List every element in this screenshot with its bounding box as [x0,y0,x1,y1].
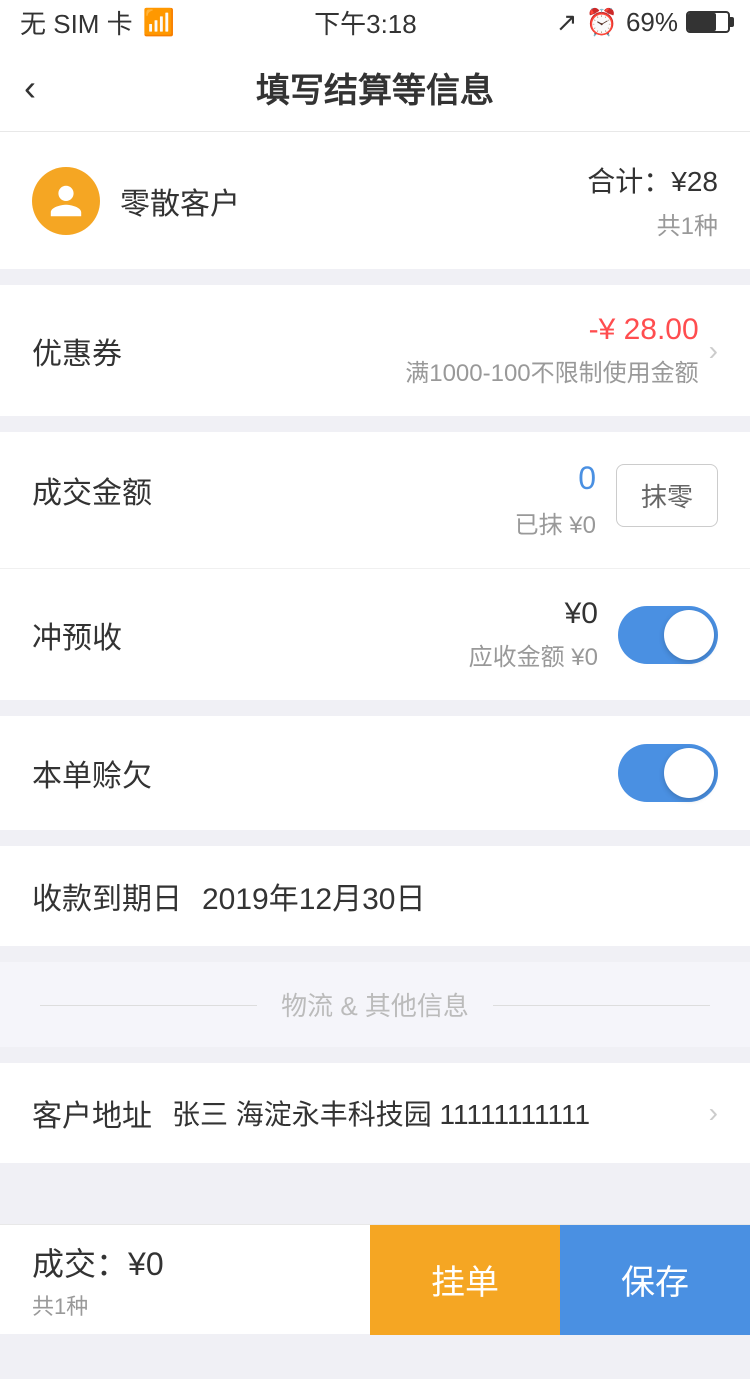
prepayment-label: 冲预收 [32,613,122,657]
coupon-discount: -¥ 28.00 [405,313,698,347]
divider-text: 物流 & 其他信息 [257,986,493,1023]
time-text: 下午3:18 [314,4,417,41]
address-label: 客户地址 [32,1091,152,1135]
debt-toggle[interactable] [618,744,718,802]
status-bar: 无 SIM 卡 📶 下午3:18 ↗ ⏰ 69% [0,0,750,44]
battery-percent: 69% [626,7,678,38]
location-icon: ↗ [556,7,578,38]
back-button[interactable]: ‹ [24,67,36,109]
duedate-section: 收款到期日 2019年12月30日 [0,846,750,946]
round-button[interactable]: 抹零 [616,464,718,527]
customer-section: 零散客户 合计：¥28 共1种 [0,132,750,269]
chevron-right-icon: › [709,335,718,367]
transaction-section: 成交金额 0 已抹 ¥0 抹零 冲预收 ¥0 应收金额 ¥0 [0,432,750,700]
debt-section: 本单赊欠 [0,716,750,830]
hold-button[interactable]: 挂单 [370,1225,560,1335]
address-value: 张三 海淀永丰科技园 11111111111 [172,1093,709,1133]
duedate-value: 2019年12月30日 [202,874,425,918]
carrier-text: 无 SIM 卡 [20,4,133,41]
page-title: 填写结算等信息 [256,63,494,112]
battery-icon [686,11,730,33]
nav-bar: ‹ 填写结算等信息 [0,44,750,132]
bottom-count: 共1种 [32,1289,338,1321]
amount-value: 0 [515,460,596,497]
divider-section: 物流 & 其他信息 [0,962,750,1047]
total-count: 共1种 [587,206,718,241]
avatar [32,167,100,235]
coupon-description: 满1000-100不限制使用金额 [405,353,698,388]
amount-erased: 已抹 ¥0 [515,505,596,540]
bottom-deal-amount: 成交：¥0 [32,1239,338,1285]
coupon-section[interactable]: 优惠券 -¥ 28.00 满1000-100不限制使用金额 › [0,285,750,416]
duedate-label: 收款到期日 [32,874,182,918]
address-chevron-icon: › [709,1097,718,1129]
alarm-icon: ⏰ [586,7,618,38]
prepayment-toggle[interactable] [618,606,718,664]
wifi-icon: 📶 [143,7,175,38]
bottom-bar: 成交：¥0 共1种 挂单 保存 [0,1224,750,1334]
total-amount: 合计：¥28 [587,160,718,200]
debt-label: 本单赊欠 [32,751,152,795]
receivable-label: 应收金额 ¥0 [469,637,598,672]
prepayment-row: 冲预收 ¥0 应收金额 ¥0 [0,569,750,700]
bottom-summary: 成交：¥0 共1种 [0,1239,370,1321]
save-button[interactable]: 保存 [560,1225,750,1335]
customer-name: 零散客户 [120,179,240,223]
amount-label: 成交金额 [32,468,152,512]
address-section[interactable]: 客户地址 张三 海淀永丰科技园 11111111111 › [0,1063,750,1163]
prepayment-value: ¥0 [469,597,598,631]
coupon-label: 优惠券 [32,329,122,373]
